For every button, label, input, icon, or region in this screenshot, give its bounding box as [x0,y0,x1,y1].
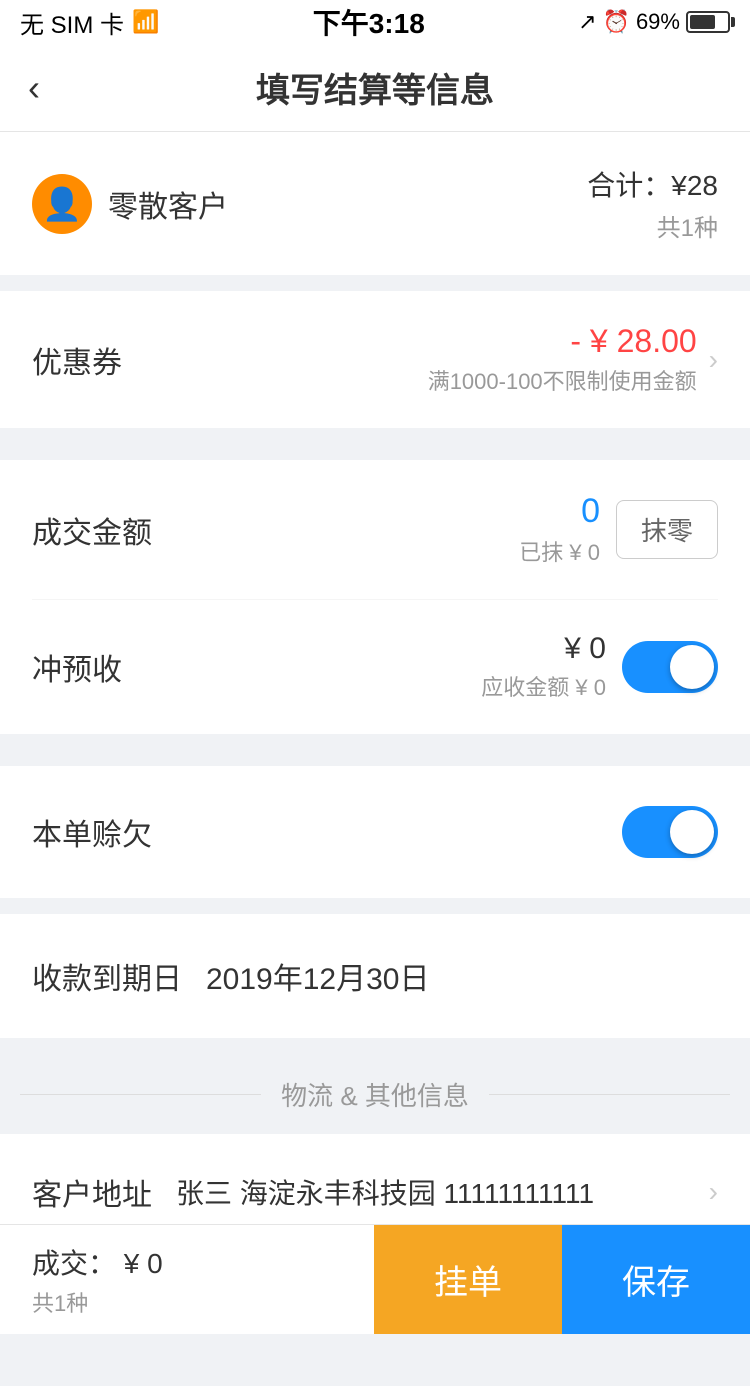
status-right: ↗ ⏰ 69% [578,9,730,35]
address-chevron-icon: › [709,1176,718,1208]
prepay-value-wrapper: ¥ 0 应收金额 ¥ 0 [481,632,606,702]
transaction-value-wrapper: 0 已抹 ¥ 0 [519,492,600,567]
prepay-value: ¥ 0 [481,632,606,666]
prepay-label: 冲预收 [32,645,122,689]
battery-fill [690,15,715,29]
battery-icon [686,11,730,33]
debt-toggle-knob [670,810,714,854]
customer-section: 👤 零散客户 合计：¥28 共1种 [0,132,750,275]
due-date-label: 收款到期日 [32,954,182,998]
coupon-discount: - ¥ 28.00 [428,323,697,360]
debt-toggle[interactable] [622,806,718,858]
chevron-right-icon: › [709,344,718,376]
customer-row: 👤 零散客户 合计：¥28 共1种 [0,132,750,275]
debt-row: 本单赊欠 [32,766,718,898]
transaction-amount-row: 成交金额 0 已抹 ¥ 0 抹零 [32,460,718,600]
status-bar: 无 SIM 卡 📶 下午3:18 ↗ ⏰ 69% [0,0,750,44]
transaction-value: 0 [519,492,600,531]
logistics-header-text: 物流 & 其他信息 [281,1076,469,1113]
avatar: 👤 [32,174,92,234]
wifi-icon: 📶 [132,9,159,35]
bottom-count: 共1种 [32,1286,342,1318]
total-count: 共1种 [587,208,718,243]
debt-label: 本单赊欠 [32,810,152,854]
due-date-value: 2019年12月30日 [206,954,429,998]
address-value: 张三 海淀永丰科技园 11111111111 [176,1172,709,1212]
transaction-right: 0 已抹 ¥ 0 抹零 [519,492,718,567]
coupon-content: - ¥ 28.00 满1000-100不限制使用金额 [428,323,697,396]
coupon-row[interactable]: 优惠券 - ¥ 28.00 满1000-100不限制使用金额 › [0,291,750,428]
bottom-buttons: 挂单 保存 [374,1225,750,1334]
transaction-section: 成交金额 0 已抹 ¥ 0 抹零 冲预收 ¥ 0 应收金额 ¥ 0 [0,460,750,734]
customer-right: 合计：¥28 共1种 [587,164,718,243]
save-button-label: 保存 [622,1255,690,1304]
prepay-row: 冲预收 ¥ 0 应收金额 ¥ 0 [32,600,718,734]
debt-section: 本单赊欠 [0,766,750,898]
back-icon: ‹ [28,67,40,108]
logistics-header: 物流 & 其他信息 [0,1054,750,1134]
customer-name: 零散客户 [108,182,228,226]
status-left: 无 SIM 卡 📶 [20,5,159,40]
section-divider-1 [0,444,750,460]
bottom-left: 成交： ¥ 0 共1种 [0,1242,374,1318]
avatar-icon: 👤 [42,185,82,223]
hold-button-label: 挂单 [434,1255,502,1304]
logistics-line-right [489,1094,730,1095]
main-content: 👤 零散客户 合计：¥28 共1种 优惠券 - ¥ 28.00 满1000-10… [0,132,750,1386]
bottom-transaction-label: 成交： [32,1248,116,1279]
address-label: 客户地址 [32,1170,152,1214]
transaction-label: 成交金额 [32,508,152,552]
page-title: 填写结算等信息 [256,63,494,112]
coupon-right: - ¥ 28.00 满1000-100不限制使用金额 › [428,323,718,396]
save-button[interactable]: 保存 [562,1225,750,1334]
back-button[interactable]: ‹ [28,67,40,109]
coupon-desc: 满1000-100不限制使用金额 [428,364,697,396]
prepay-right: ¥ 0 应收金额 ¥ 0 [481,632,718,702]
due-date-row: 收款到期日 2019年12月30日 [32,914,718,1038]
carrier-label: 无 SIM 卡 [20,5,124,40]
due-date-section: 收款到期日 2019年12月30日 [0,914,750,1038]
location-icon: ↗ [578,9,596,35]
transaction-sub: 已抹 ¥ 0 [519,535,600,567]
battery-percent: 69% [636,9,680,35]
bottom-bar: 成交： ¥ 0 共1种 挂单 保存 [0,1224,750,1334]
hold-button[interactable]: 挂单 [374,1225,562,1334]
prepay-toggle[interactable] [622,641,718,693]
alarm-icon: ⏰ [603,9,630,35]
prepay-sub: 应收金额 ¥ 0 [481,670,606,702]
nav-bar: ‹ 填写结算等信息 [0,44,750,132]
round-zero-button[interactable]: 抹零 [616,500,718,559]
toggle-knob [670,645,714,689]
bottom-transaction-line: 成交： ¥ 0 [32,1242,342,1282]
bottom-transaction-value: ¥ 0 [124,1248,163,1279]
section-divider-2 [0,750,750,766]
logistics-line-left [20,1094,261,1095]
status-time: 下午3:18 [313,2,425,42]
coupon-label: 优惠券 [32,338,122,382]
coupon-section[interactable]: 优惠券 - ¥ 28.00 满1000-100不限制使用金额 › [0,291,750,428]
total-amount: 合计：¥28 [587,164,718,204]
customer-left: 👤 零散客户 [32,174,228,234]
